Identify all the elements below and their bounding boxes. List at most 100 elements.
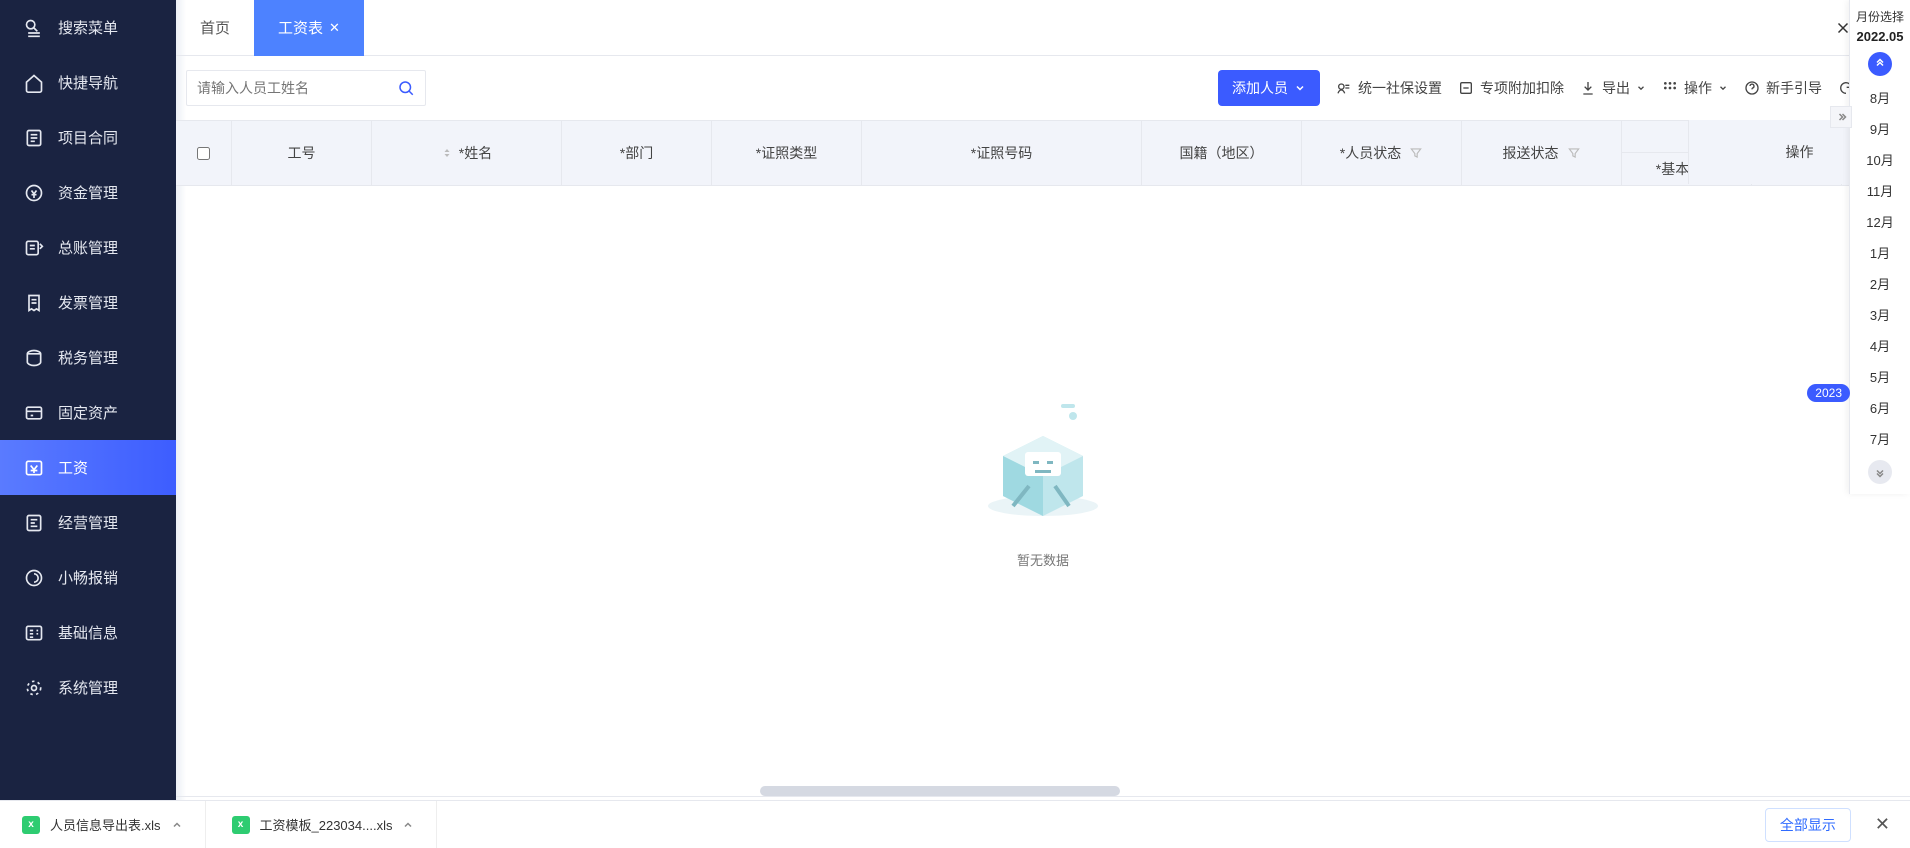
month-item[interactable]: 4月 <box>1850 330 1910 361</box>
sort-icon[interactable] <box>441 146 453 160</box>
month-item[interactable]: 5月 <box>1850 361 1910 392</box>
sidebar-item-tax[interactable]: 税务管理 <box>0 330 176 385</box>
month-item[interactable]: 2月 <box>1850 268 1910 299</box>
sidebar-item-reimburse[interactable]: 小畅报销 <box>0 550 176 605</box>
sidebar-item-contract[interactable]: 项目合同 <box>0 110 176 165</box>
sidebar-item-business[interactable]: 经营管理 <box>0 495 176 550</box>
download-item[interactable]: x 人员信息导出表.xls <box>14 801 206 848</box>
empty-state: 暂无数据 <box>176 186 1910 768</box>
help-icon <box>1744 80 1760 96</box>
unified-social-button[interactable]: 统一社保设置 <box>1336 78 1442 98</box>
sidebar-item-baseinfo[interactable]: 基础信息 <box>0 605 176 660</box>
sidebar-item-search-menu[interactable]: 搜索菜单 <box>0 0 176 55</box>
month-panel-year: 2022.05 <box>1857 29 1904 44</box>
th-cert-type[interactable]: *证照类型 <box>712 121 862 185</box>
link-label: 导出 <box>1602 78 1630 98</box>
month-panel: 月份选择 2022.05 8月 9月 10月 11月 12月 1月 2月 3月 … <box>1849 0 1910 494</box>
link-label: 新手引导 <box>1766 78 1822 98</box>
th-report-status[interactable]: 报送状态 <box>1462 121 1622 185</box>
select-all-checkbox[interactable] <box>197 147 210 160</box>
sidebar-item-label: 系统管理 <box>58 677 118 698</box>
chevron-up-icon[interactable] <box>171 819 183 831</box>
search-input[interactable] <box>197 80 389 96</box>
tab-label: 工资表 <box>278 17 323 38</box>
asset-icon <box>24 403 44 423</box>
close-icon[interactable]: ✕ <box>329 20 340 36</box>
chevron-down-icon <box>1294 82 1306 94</box>
filter-icon[interactable] <box>1567 146 1581 160</box>
sidebar-item-system[interactable]: 系统管理 <box>0 660 176 715</box>
th-nationality[interactable]: 国籍（地区） <box>1142 121 1302 185</box>
th-dept[interactable]: *部门 <box>562 121 712 185</box>
scroll-up-button[interactable] <box>1868 52 1892 76</box>
table-wrapper: 工号 *姓名 *部门 *证照类型 *证照号码 国籍（地区） *人员状态 <box>176 120 1910 796</box>
month-item[interactable]: 6月 <box>1850 392 1910 423</box>
table-header: 工号 *姓名 *部门 *证照类型 *证照号码 国籍（地区） *人员状态 <box>176 120 1910 186</box>
sidebar-item-label: 固定资产 <box>58 402 118 423</box>
salary-icon <box>24 458 44 478</box>
xls-icon: x <box>232 816 250 834</box>
month-item[interactable]: 3月 <box>1850 299 1910 330</box>
sidebar-item-label: 总账管理 <box>58 237 118 258</box>
export-button[interactable]: 导出 <box>1580 78 1646 98</box>
collapse-month-panel-button[interactable] <box>1830 106 1852 128</box>
search-list-icon <box>24 18 44 38</box>
close-downloads-button[interactable]: ✕ <box>1869 814 1896 835</box>
sidebar-item-label: 搜索菜单 <box>58 17 118 38</box>
chevron-up-icon[interactable] <box>402 819 414 831</box>
contract-icon <box>24 128 44 148</box>
sidebar-item-assets[interactable]: 固定资产 <box>0 385 176 440</box>
sidebar-item-label: 税务管理 <box>58 347 118 368</box>
special-deduct-button[interactable]: 专项附加扣除 <box>1458 78 1564 98</box>
search-input-wrapper[interactable] <box>186 70 426 106</box>
link-label: 统一社保设置 <box>1358 78 1442 98</box>
month-item[interactable]: 12月 <box>1850 206 1910 237</box>
month-item[interactable]: 11月 <box>1850 175 1910 206</box>
download-filename: 工资模板_223034....xls <box>260 815 393 834</box>
link-label: 专项附加扣除 <box>1480 78 1564 98</box>
sidebar-item-label: 经营管理 <box>58 512 118 533</box>
sidebar-item-funds[interactable]: 资金管理 <box>0 165 176 220</box>
add-person-button[interactable]: 添加人员 <box>1218 70 1320 106</box>
month-item[interactable]: 8月 <box>1850 82 1910 113</box>
th-cert-no[interactable]: *证照号码 <box>862 121 1142 185</box>
tab-home[interactable]: 首页 <box>176 0 254 56</box>
sidebar-item-ledger[interactable]: 总账管理 <box>0 220 176 275</box>
filter-icon[interactable] <box>1409 146 1423 160</box>
month-item[interactable]: 10月 <box>1850 144 1910 175</box>
th-id[interactable]: 工号 <box>232 121 372 185</box>
month-item[interactable]: 9月 <box>1850 113 1910 144</box>
link-label: 操作 <box>1684 78 1712 98</box>
th-status[interactable]: *人员状态 <box>1302 121 1462 185</box>
empty-text: 暂无数据 <box>1017 550 1069 569</box>
main: 首页 工资表 ✕ <box>176 0 1910 848</box>
sidebar-item-label: 小畅报销 <box>58 567 118 588</box>
month-item[interactable]: 1月 <box>1850 237 1910 268</box>
scroll-down-button[interactable] <box>1868 460 1892 484</box>
horizontal-scrollbar[interactable] <box>240 786 1910 796</box>
home-icon <box>24 73 44 93</box>
th-name[interactable]: *姓名 <box>372 121 562 185</box>
download-item[interactable]: x 工资模板_223034....xls <box>224 801 438 848</box>
settings-icon <box>1336 80 1352 96</box>
sidebar-item-quicknav[interactable]: 快捷导航 <box>0 55 176 110</box>
sidebar-item-salary[interactable]: 工资 <box>0 440 176 495</box>
download-filename: 人员信息导出表.xls <box>50 815 161 834</box>
year-badge: 2023 <box>1807 384 1850 402</box>
system-icon <box>24 678 44 698</box>
invoice-icon <box>24 293 44 313</box>
tax-icon <box>24 348 44 368</box>
guide-button[interactable]: 新手引导 <box>1744 78 1822 98</box>
info-icon <box>24 623 44 643</box>
scrollbar-thumb[interactable] <box>760 786 1120 796</box>
downloads-bar: x 人员信息导出表.xls x 工资模板_223034....xls 全部显示 … <box>0 800 1910 848</box>
operate-button[interactable]: 操作 <box>1662 78 1728 98</box>
sidebar-item-invoice[interactable]: 发票管理 <box>0 275 176 330</box>
search-icon[interactable] <box>397 79 415 97</box>
empty-illustration <box>973 386 1113 526</box>
tab-salary-sheet[interactable]: 工资表 ✕ <box>254 0 364 56</box>
show-all-downloads-button[interactable]: 全部显示 <box>1765 808 1851 842</box>
reimburse-icon <box>24 568 44 588</box>
sidebar-item-label: 发票管理 <box>58 292 118 313</box>
month-item[interactable]: 7月 <box>1850 423 1910 454</box>
